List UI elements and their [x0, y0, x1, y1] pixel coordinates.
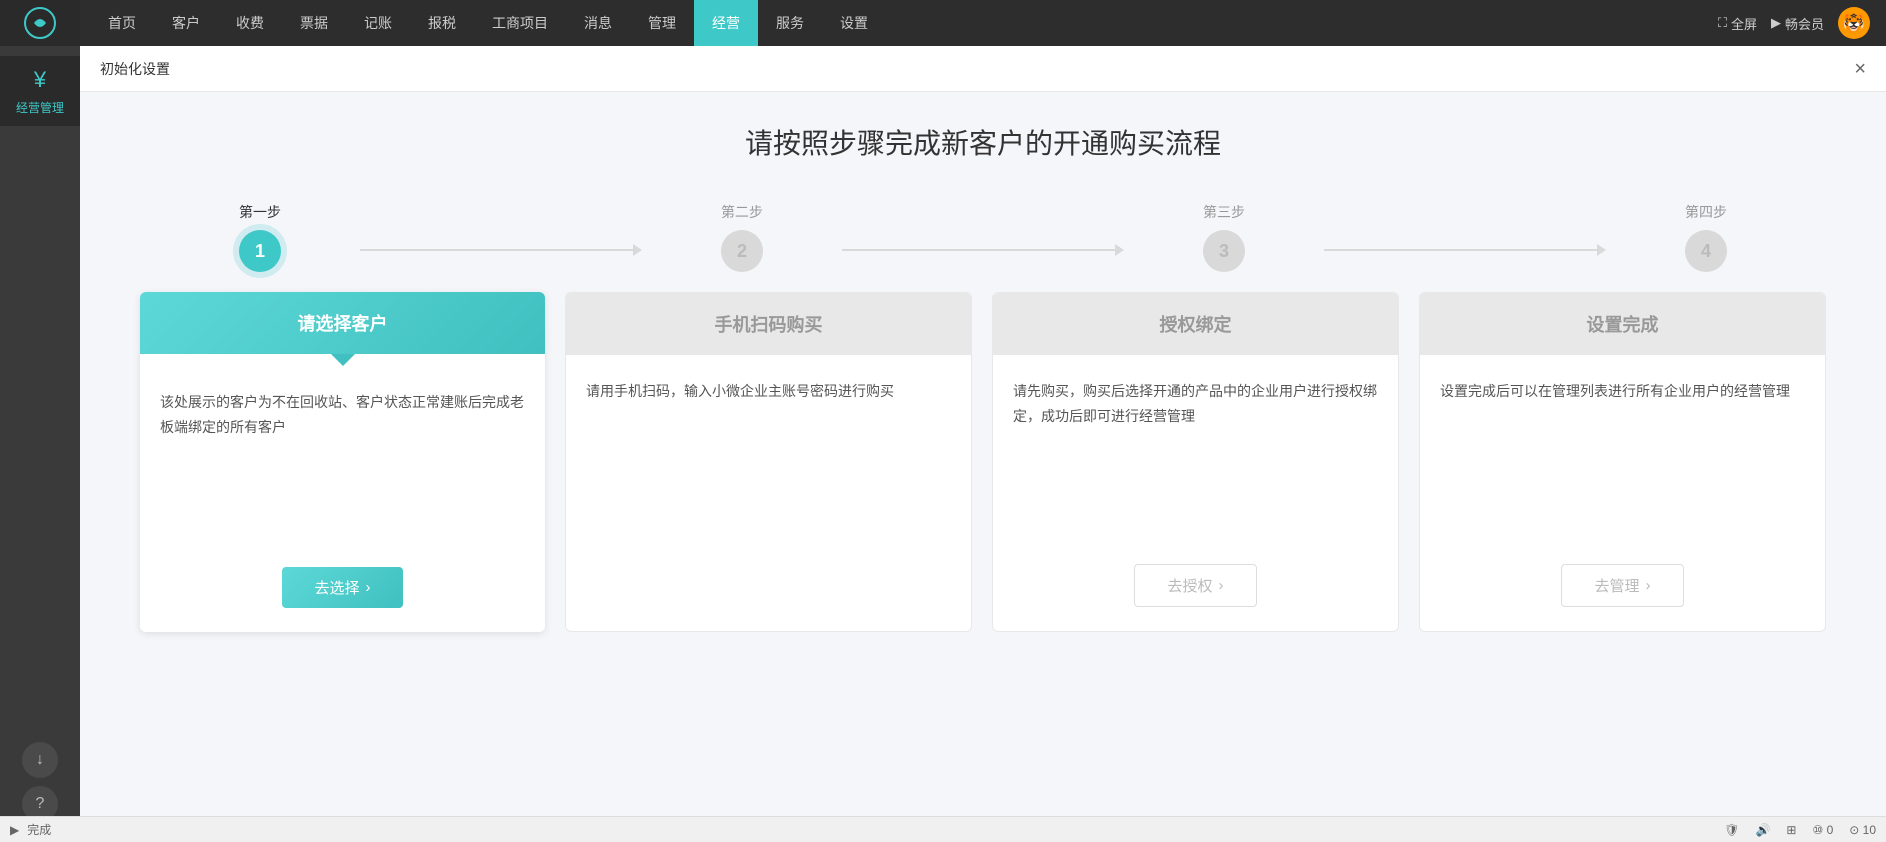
step2-card: 手机扫码购买 请用手机扫码，输入小微企业主账号密码进行购买 [565, 292, 972, 632]
nav-item-home[interactable]: 首页 [90, 0, 154, 46]
step2-card-body: 请用手机扫码，输入小微企业主账号密码进行购买 [566, 355, 971, 631]
connector2 [842, 244, 1124, 256]
step1-btn-label: 去选择 [314, 577, 359, 598]
step3-card-title: 授权绑定 [993, 293, 1398, 355]
step4-btn-label: 去管理 [1594, 575, 1639, 596]
status-right: 🛡 🔊 ⊞ ⑩ 0 ⊙ 10 [1724, 823, 1876, 837]
shield-icon: 🛡 [1724, 823, 1739, 837]
step4-card-title: 设置完成 [1420, 293, 1825, 355]
status-bar: ▶ 完成 🛡 🔊 ⊞ ⑩ 0 ⊙ 10 [0, 816, 1886, 842]
step4-card-footer: 去管理 › [1420, 548, 1825, 631]
step4-card: 设置完成 设置完成后可以在管理列表进行所有企业用户的经营管理 去管理 › [1419, 292, 1826, 632]
step1-card-footer: 去选择 › [140, 551, 545, 632]
sidebar-item-operation[interactable]: ¥ 经营管理 [0, 56, 80, 126]
nav-item-tax[interactable]: 报税 [410, 0, 474, 46]
top-nav: 首页 客户 收费 票据 记账 报税 工商项目 消息 管理 经营 服务 设置 ⛶ … [0, 0, 1886, 46]
nav-right: ⛶ 全屏 ▶ 畅会员 🐯 [1718, 7, 1886, 39]
step3-btn-label: 去授权 [1167, 575, 1212, 596]
step1-card: 请选择客户 该处展示的客户为不在回收站、客户状态正常建账后完成老板端绑定的所有客… [140, 292, 545, 632]
steps-header: 第一步 1 第二步 2 第三步 3 [140, 202, 1826, 272]
step1-circle: 1 [239, 230, 281, 272]
sidebar: ¥ 经营管理 ↓ ? [0, 46, 80, 842]
fullscreen-btn[interactable]: ⛶ 全屏 [1718, 14, 1757, 33]
content-area: 请按照步骤完成新客户的开通购买流程 第一步 1 第二步 2 [80, 92, 1886, 662]
close-button[interactable]: × [1854, 59, 1866, 79]
nav-item-service[interactable]: 服务 [758, 0, 822, 46]
fullscreen-icon: ⛶ [1718, 15, 1727, 31]
step1-label: 第一步 [239, 202, 281, 222]
step2-header: 第二步 2 [642, 202, 842, 272]
nav-item-settings[interactable]: 设置 [822, 0, 886, 46]
nav-item-invoice[interactable]: 票据 [282, 0, 346, 46]
step2-circle: 2 [721, 230, 763, 272]
step1-card-body: 该处展示的客户为不在回收站、客户状态正常建账后完成老板端绑定的所有客户 [140, 366, 545, 551]
time-indicator: ⊙ 10 [1849, 823, 1876, 837]
step3-action-button: 去授权 › [1134, 564, 1256, 607]
card1-pointer [331, 354, 355, 366]
layout-icon: ⊞ [1786, 823, 1796, 837]
step3-btn-arrow: › [1219, 577, 1224, 594]
logo [0, 0, 80, 46]
cards-container: 请选择客户 该处展示的客户为不在回收站、客户状态正常建账后完成老板端绑定的所有客… [140, 292, 1826, 632]
connector1 [360, 244, 642, 256]
main-content: 初始化设置 × 请按照步骤完成新客户的开通购买流程 第一步 1 第二步 2 [80, 46, 1886, 816]
sidebar-item-label: 经营管理 [16, 99, 64, 116]
step4-action-button: 去管理 › [1561, 564, 1683, 607]
step2-card-title: 手机扫码购买 [566, 293, 971, 355]
step4-btn-arrow: › [1646, 577, 1651, 594]
avatar[interactable]: 🐯 [1838, 7, 1870, 39]
step1-btn-arrow: › [366, 579, 371, 596]
step4-header: 第四步 4 [1606, 202, 1806, 272]
member-btn[interactable]: ▶ 畅会员 [1771, 14, 1824, 33]
play-icon: ▶ [1771, 15, 1781, 31]
nav-item-business[interactable]: 工商项目 [474, 0, 566, 46]
yen-icon: ¥ [34, 67, 46, 93]
connector3 [1324, 244, 1606, 256]
step1-card-title: 请选择客户 [140, 292, 545, 354]
nav-item-message[interactable]: 消息 [566, 0, 630, 46]
page-header: 初始化设置 × [80, 46, 1886, 92]
step3-card: 授权绑定 请先购买，购买后选择开通的产品中的企业用户进行授权绑定，成功后即可进行… [992, 292, 1399, 632]
nav-item-customer[interactable]: 客户 [154, 0, 218, 46]
step3-card-body: 请先购买，购买后选择开通的产品中的企业用户进行授权绑定，成功后即可进行经营管理 [993, 355, 1398, 548]
step1-header: 第一步 1 [160, 202, 360, 272]
nav-item-bookkeeping[interactable]: 记账 [346, 0, 410, 46]
nav-item-management[interactable]: 管理 [630, 0, 694, 46]
step2-label: 第二步 [721, 202, 763, 222]
sidebar-bottom: ↓ ? [22, 742, 58, 822]
status-text: 完成 [27, 821, 51, 838]
content-heading: 请按照步骤完成新客户的开通购买流程 [140, 122, 1826, 162]
page-title: 初始化设置 [100, 59, 170, 79]
step3-card-footer: 去授权 › [993, 548, 1398, 631]
step1-action-button[interactable]: 去选择 › [282, 567, 402, 608]
nav-item-fee[interactable]: 收费 [218, 0, 282, 46]
step3-header: 第三步 3 [1124, 202, 1324, 272]
play-status-icon: ▶ [10, 823, 19, 837]
notification-badge: ⑩ 0 [1812, 823, 1833, 837]
nav-item-operation[interactable]: 经营 [694, 0, 758, 46]
step4-circle: 4 [1685, 230, 1727, 272]
step4-label: 第四步 [1685, 202, 1727, 222]
download-icon[interactable]: ↓ [22, 742, 58, 778]
volume-icon: 🔊 [1755, 823, 1770, 837]
step4-card-body: 设置完成后可以在管理列表进行所有企业用户的经营管理 [1420, 355, 1825, 548]
step3-circle: 3 [1203, 230, 1245, 272]
step3-label: 第三步 [1203, 202, 1245, 222]
